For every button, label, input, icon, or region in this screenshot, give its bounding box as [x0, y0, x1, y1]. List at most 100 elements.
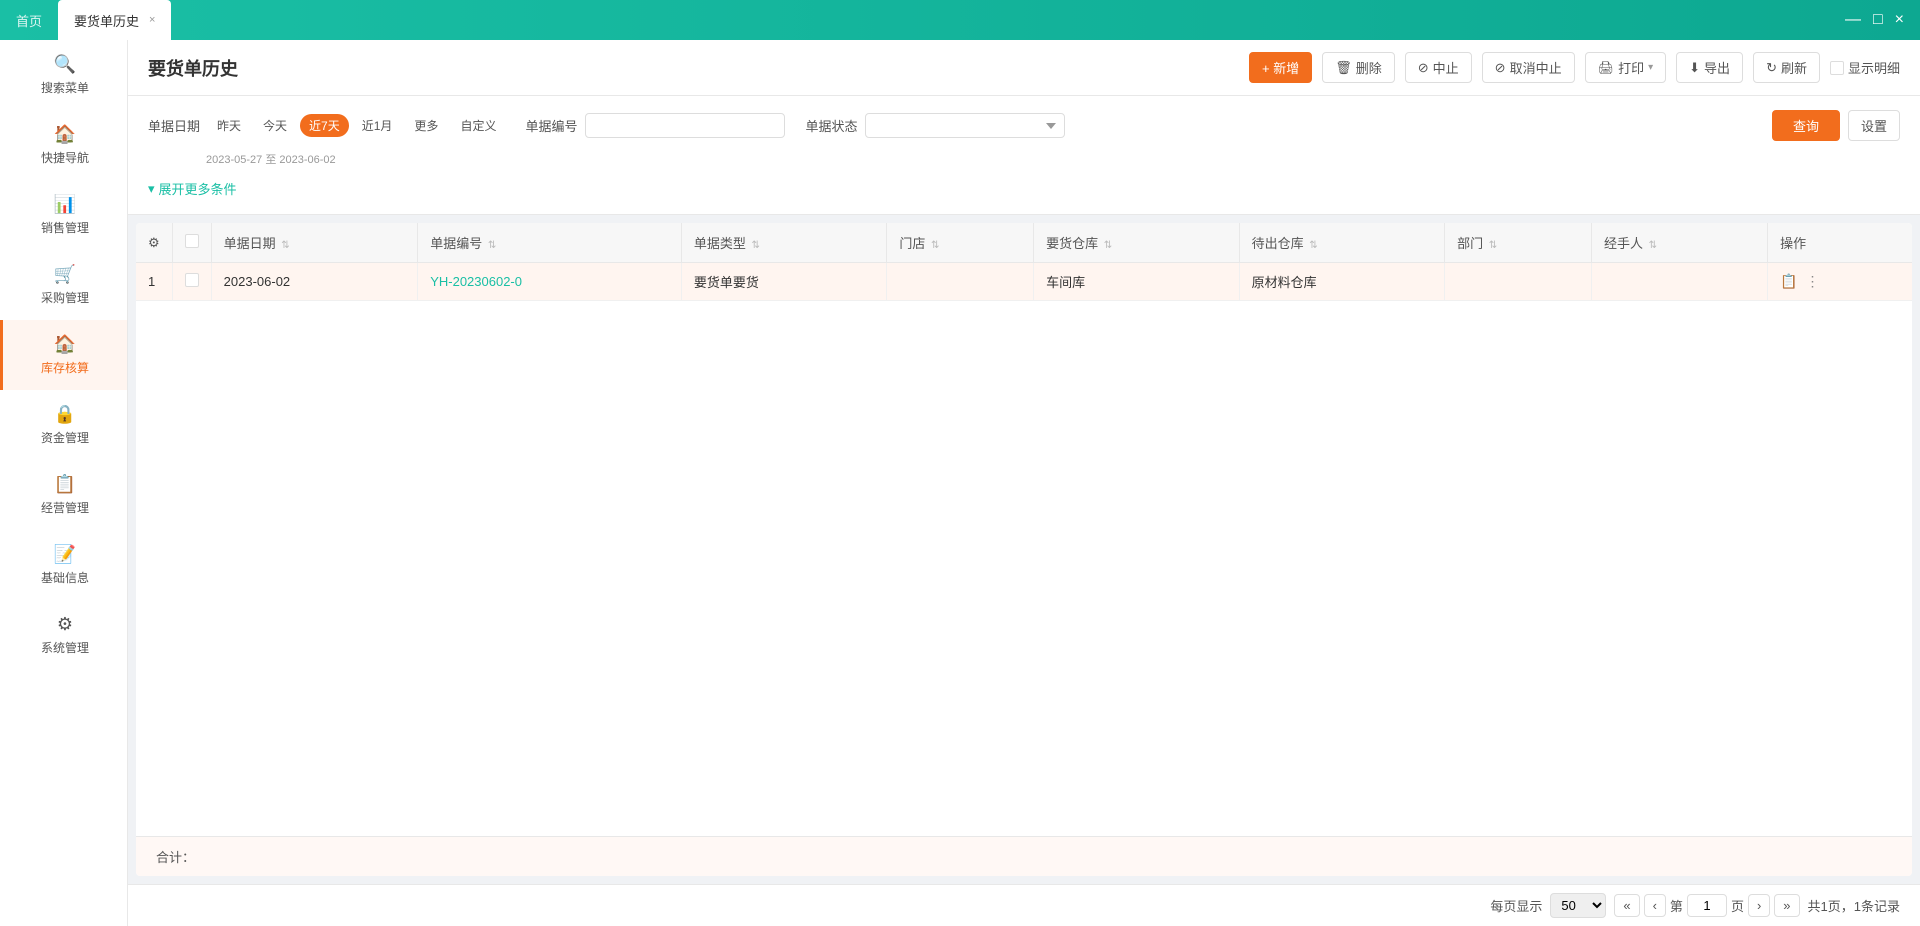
- sidebar-item-label: 资金管理: [41, 429, 89, 446]
- finance-icon: 🔒: [54, 404, 76, 425]
- col-docnumber: 单据编号 ⇅: [418, 223, 682, 263]
- filter-row-date-range: 2023-05-27 至 2023-06-02: [148, 149, 1900, 167]
- col-checkbox: [172, 223, 211, 263]
- date-btn-更多[interactable]: 更多: [405, 114, 447, 137]
- next-page-btn[interactable]: ›: [1748, 894, 1770, 917]
- col-settings: ⚙: [136, 223, 172, 263]
- operations-icon: 📋: [54, 474, 76, 495]
- docnumber-link[interactable]: YH-20230602-0: [430, 274, 522, 289]
- sidebar-item-search[interactable]: 🔍搜索菜单: [0, 40, 127, 110]
- sidebar-item-sales[interactable]: 📊销售管理: [0, 180, 127, 250]
- sidebar-item-inventory[interactable]: 🏠库存核算: [0, 320, 127, 390]
- col-department: 部门 ⇅: [1445, 223, 1592, 263]
- sort-doctype-icon[interactable]: ⇅: [752, 240, 760, 251]
- cell-5: [887, 263, 1034, 301]
- date-btn-自定义[interactable]: 自定义: [451, 114, 505, 137]
- col-pendingwarehouse: 待出仓库 ⇅: [1239, 223, 1445, 263]
- close-btn[interactable]: ×: [1895, 11, 1904, 29]
- docnumber-filter-group: 单据编号: [525, 113, 785, 138]
- search-icon: 🔍: [54, 54, 76, 75]
- table-row: 12023-06-02YH-20230602-0要货单要货车间库原材料仓库📋⋮: [136, 263, 1912, 301]
- sidebar-item-purchase[interactable]: 🛒采购管理: [0, 250, 127, 320]
- date-btn-近7天[interactable]: 近7天: [300, 114, 349, 137]
- per-page-label: 每页显示: [1490, 896, 1542, 915]
- refresh-icon: ↻: [1766, 60, 1777, 76]
- new-button[interactable]: + 新增: [1249, 52, 1312, 83]
- print-icon: 🖨: [1598, 60, 1615, 76]
- select-all-checkbox[interactable]: [185, 234, 199, 248]
- cancel-stop-button[interactable]: ⊘ 取消中止: [1482, 52, 1575, 83]
- minimize-btn[interactable]: —: [1845, 11, 1861, 29]
- maximize-btn[interactable]: □: [1873, 11, 1883, 29]
- tab-close-btn[interactable]: ×: [149, 14, 155, 26]
- sidebar-item-quicknav[interactable]: 🏠快捷导航: [0, 110, 127, 180]
- window-controls: — □ ×: [1829, 11, 1920, 29]
- table-body: 12023-06-02YH-20230602-0要货单要货车间库原材料仓库📋⋮: [136, 263, 1912, 301]
- settings-icon[interactable]: ⚙: [148, 235, 160, 250]
- per-page-select[interactable]: 2050100: [1550, 893, 1606, 918]
- sidebar-item-system[interactable]: ⚙系统管理: [0, 600, 127, 670]
- filter-area: 单据日期 昨天今天近7天近1月更多自定义 单据编号 单据状态 查询 设置: [128, 96, 1920, 215]
- export-icon: ⬇: [1689, 60, 1700, 76]
- sidebar-item-label: 经营管理: [41, 499, 89, 516]
- settings-button[interactable]: 设置: [1848, 110, 1900, 141]
- date-filter-label: 单据日期: [148, 116, 200, 135]
- sort-docdate-icon[interactable]: ⇅: [281, 240, 289, 251]
- sidebar-item-label: 系统管理: [41, 639, 89, 656]
- status-select[interactable]: [865, 113, 1065, 138]
- pagination-bar: 每页显示 2050100 « ‹ 第 页 › » 共1页，1条记录: [128, 884, 1920, 926]
- docnumber-label: 单据编号: [525, 116, 577, 135]
- sidebar-item-label: 库存核算: [41, 359, 89, 376]
- sort-department-icon[interactable]: ⇅: [1489, 240, 1497, 251]
- date-buttons: 昨天今天近7天近1月更多自定义: [208, 114, 505, 137]
- page-label: 第: [1670, 896, 1683, 915]
- refresh-button[interactable]: ↻ 刷新: [1753, 52, 1820, 83]
- cell-4: 要货单要货: [681, 263, 887, 301]
- sidebar-item-operations[interactable]: 📋 经营管理: [0, 460, 127, 530]
- col-doctype: 单据类型 ⇅: [681, 223, 887, 263]
- date-btn-昨天[interactable]: 昨天: [208, 114, 250, 137]
- sort-handler-icon[interactable]: ⇅: [1649, 240, 1657, 251]
- last-page-btn[interactable]: »: [1774, 894, 1799, 917]
- docnumber-input[interactable]: [585, 113, 785, 138]
- sort-docnumber-icon[interactable]: ⇅: [488, 240, 496, 251]
- date-btn-今天[interactable]: 今天: [254, 114, 296, 137]
- copy-action-icon[interactable]: 📋: [1780, 273, 1797, 290]
- status-filter-group: 单据状态: [805, 113, 1065, 138]
- page-title: 要货单历史: [148, 55, 238, 81]
- cancel-stop-icon: ⊘: [1495, 60, 1506, 76]
- expand-more-btn[interactable]: ▾ 展开更多条件: [148, 175, 1900, 206]
- top-tab-history[interactable]: 要货单历史×: [58, 0, 171, 40]
- sidebar-item-label: 基础信息: [41, 569, 89, 586]
- top-bar: 首页要货单历史× — □ ×: [0, 0, 1920, 40]
- cell-9: [1591, 263, 1767, 301]
- sidebar-item-finance[interactable]: 🔒 资金管理: [0, 390, 127, 460]
- stop-button[interactable]: ⊘ 中止: [1405, 52, 1472, 83]
- print-button[interactable]: 🖨 打印 ▾: [1585, 52, 1667, 83]
- page-nav: « ‹ 第 页 › »: [1614, 894, 1799, 917]
- sort-pendingwarehouse-icon[interactable]: ⇅: [1309, 240, 1317, 251]
- sidebar-item-label: 销售管理: [41, 219, 89, 236]
- sidebar-item-basic[interactable]: 📝基础信息: [0, 530, 127, 600]
- delete-button[interactable]: 🗑 删除: [1322, 52, 1395, 83]
- main-layout: 🔍搜索菜单🏠快捷导航📊销售管理🛒采购管理🏠库存核算 🔒 资金管理 📋 经营管理 📝基础信息…: [0, 40, 1920, 926]
- display-detail-toggle[interactable]: 显示明细: [1830, 58, 1900, 77]
- prev-page-btn[interactable]: ‹: [1644, 894, 1666, 917]
- page-input[interactable]: [1687, 894, 1727, 917]
- page-suffix: 页: [1731, 896, 1744, 915]
- query-button[interactable]: 查询: [1772, 110, 1840, 141]
- more-action-icon[interactable]: ⋮: [1806, 273, 1820, 290]
- sort-reqwarehouse-icon[interactable]: ⇅: [1104, 240, 1112, 251]
- date-btn-近1月[interactable]: 近1月: [353, 114, 402, 137]
- table-footer: 合计：: [136, 836, 1912, 876]
- cell-2: 2023-06-02: [211, 263, 418, 301]
- display-detail-checkbox[interactable]: [1830, 61, 1844, 75]
- first-page-btn[interactable]: «: [1614, 894, 1639, 917]
- top-tab-home[interactable]: 首页: [0, 0, 58, 40]
- sidebar-item-label: 采购管理: [41, 289, 89, 306]
- page-header: 要货单历史 + 新增 🗑 删除 ⊘ 中止 ⊘ 取消中止 🖨 打印: [128, 40, 1920, 96]
- row-checkbox[interactable]: [185, 273, 199, 287]
- export-button[interactable]: ⬇ 导出: [1676, 52, 1743, 83]
- sort-store-icon[interactable]: ⇅: [931, 240, 939, 251]
- status-label: 单据状态: [805, 116, 857, 135]
